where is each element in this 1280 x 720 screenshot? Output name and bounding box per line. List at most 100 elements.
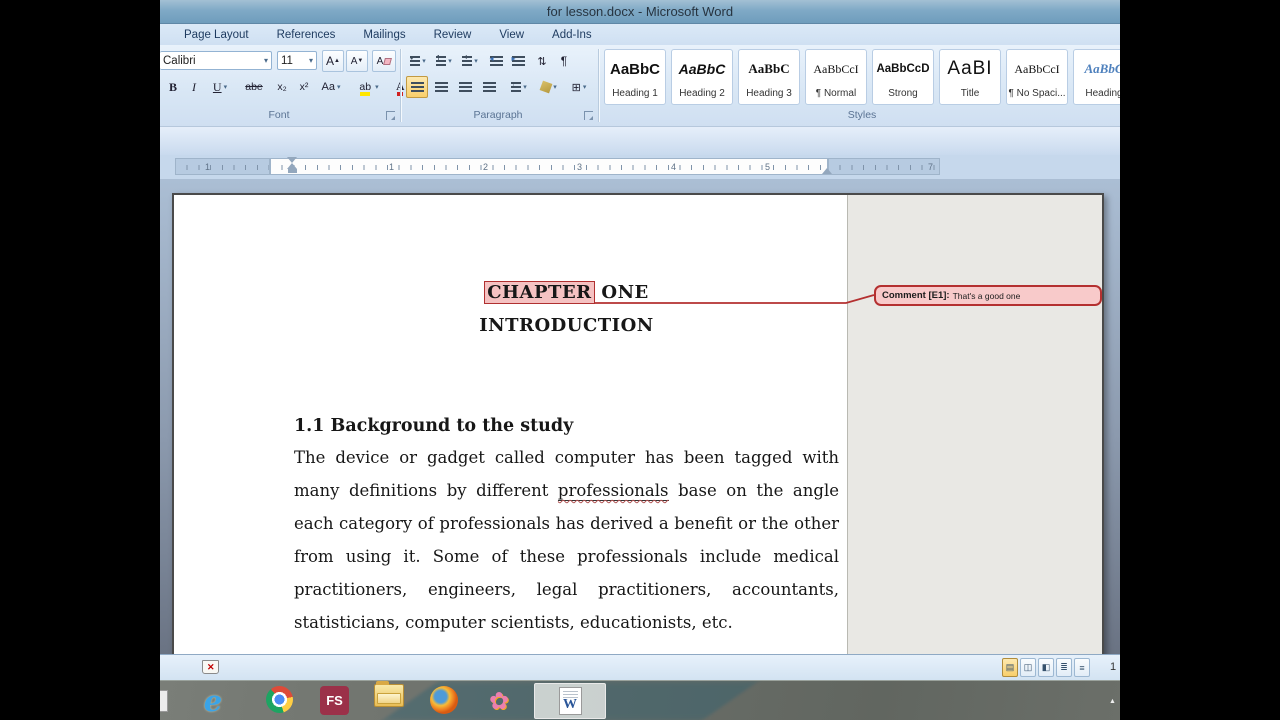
taskbar-icon-show-hidden-icons[interactable]: ▲: [1109, 698, 1116, 705]
taskbar-icon-chrome[interactable]: [266, 686, 293, 713]
tab-add-ins[interactable]: Add-Ins: [538, 27, 606, 43]
word-window: for lesson.docx - Microsoft Word Page La…: [160, 0, 1120, 720]
style-sample: AaBbC: [739, 50, 799, 88]
comment-label: Comment [E1]:: [882, 290, 950, 301]
word-document-icon: W: [559, 687, 582, 715]
italic-icon: I: [192, 80, 196, 95]
full-screen-reading-view-button[interactable]: ◫: [1020, 658, 1036, 677]
clear-formatting-button[interactable]: A: [372, 50, 396, 72]
show-hide-pilcrow-button[interactable]: ¶: [554, 50, 574, 72]
letterbox-right: [1120, 0, 1280, 720]
increase-indent-icon: ▸: [512, 56, 525, 66]
font-name-combo[interactable]: Calibri: [160, 51, 272, 70]
paragraph-group-label: Paragraph: [400, 109, 596, 123]
outline-view-button[interactable]: ≣: [1056, 658, 1072, 677]
italic-button[interactable]: I: [186, 76, 202, 98]
print-layout-view-button[interactable]: ▤: [1002, 658, 1018, 677]
style-card-no-spaci[interactable]: AaBbCcI¶ No Spaci...: [1006, 49, 1068, 105]
style-card-heading-2[interactable]: AaBbCHeading 2: [671, 49, 733, 105]
taskbar-icon-taskbar-item-cropped[interactable]: [160, 690, 168, 712]
heading-text: ONE: [595, 282, 649, 303]
taskbar-icon-firefox[interactable]: [430, 686, 458, 714]
taskbar-icon-windows-explorer[interactable]: [374, 684, 404, 707]
window-titlebar[interactable]: for lesson.docx - Microsoft Word: [160, 0, 1120, 24]
right-indent-marker[interactable]: [822, 168, 832, 174]
style-card-strong[interactable]: AaBbCcDStrong: [872, 49, 934, 105]
ruler-text-area: [270, 158, 828, 175]
superscript-button[interactable]: x²: [294, 76, 314, 98]
draft-view-button[interactable]: ≡: [1074, 658, 1090, 677]
borders-button[interactable]: ⊞: [566, 76, 592, 98]
styles-gallery: AaBbCHeading 1AaBbCHeading 2AaBbCHeading…: [604, 49, 1135, 105]
taskbar-icon-fs-app[interactable]: FS: [320, 686, 349, 715]
borders-grid-icon: ⊞: [572, 81, 581, 94]
shrink-font-button[interactable]: A▼: [346, 50, 368, 72]
ribbon: Calibri 11 A▲ A▼ A B I U abe x₂ x² Aa: [160, 45, 1120, 127]
ruler-number: 4: [671, 162, 676, 172]
style-sample: AaBbC: [672, 50, 732, 88]
first-line-indent-marker[interactable]: [287, 157, 297, 173]
underlined-word: professionals: [558, 481, 669, 501]
bullets-button[interactable]: •: [406, 50, 430, 72]
line-spacing-button[interactable]: ↕: [506, 76, 532, 98]
proofing-errors-icon[interactable]: [202, 660, 219, 674]
font-dialog-launcher[interactable]: [386, 111, 395, 120]
font-size-combo[interactable]: 11: [277, 51, 317, 70]
word-w-glyph: W: [563, 697, 577, 713]
multilevel-list-button[interactable]: ⋮: [458, 50, 482, 72]
align-left-button[interactable]: [406, 76, 428, 98]
letterbox-left: [0, 0, 160, 720]
subscript-button[interactable]: x₂: [272, 76, 292, 98]
decrease-indent-button[interactable]: ◂: [486, 50, 506, 72]
style-label: ¶ Normal: [806, 88, 866, 104]
underline-button[interactable]: U: [206, 76, 234, 98]
paragraph-dialog-launcher[interactable]: [584, 111, 593, 120]
align-center-button[interactable]: [430, 76, 452, 98]
change-case-button[interactable]: Aa: [316, 76, 346, 98]
tab-view[interactable]: View: [485, 27, 538, 43]
font-size-value: 11: [281, 55, 293, 67]
document-page[interactable]: CHAPTER ONE INTRODUCTION 1.1 Background …: [172, 193, 1104, 654]
style-card-heading-1[interactable]: AaBbCHeading 1: [604, 49, 666, 105]
paint-bucket-icon: [540, 81, 553, 94]
sort-icon: ⇅: [537, 55, 546, 68]
subscript-icon: x₂: [277, 81, 286, 93]
text-highlight-button[interactable]: ab: [352, 76, 384, 98]
shading-button[interactable]: [536, 76, 562, 98]
sort-button[interactable]: ⇅: [532, 50, 552, 72]
comment-anchor-highlight: CHAPTER: [484, 281, 594, 304]
comment-balloon[interactable]: Comment [E1]: That's a good one: [874, 285, 1102, 306]
ruler-number: 5: [765, 162, 770, 172]
style-label: Heading 2: [672, 88, 732, 104]
style-sample: AaBbCcD: [873, 50, 933, 88]
font-name-value: Calibri: [163, 55, 196, 67]
bold-button[interactable]: B: [164, 76, 182, 98]
grow-font-button[interactable]: A▲: [322, 50, 344, 72]
align-right-button[interactable]: [454, 76, 476, 98]
numbering-button[interactable]: 1: [432, 50, 456, 72]
style-label: Heading 1: [605, 88, 665, 104]
view-switcher: ▤◫◧≣≡: [1002, 658, 1090, 677]
bullet-list-icon: •: [410, 56, 420, 66]
tab-references[interactable]: References: [263, 27, 350, 43]
web-layout-view-button[interactable]: ◧: [1038, 658, 1054, 677]
increase-indent-button[interactable]: ▸: [508, 50, 528, 72]
align-left-icon: [411, 82, 424, 92]
windows-taskbar: e FS ✿ W ▲: [160, 680, 1120, 720]
shrink-font-icon: A: [351, 56, 358, 67]
style-sample: AaBbCcI: [1007, 50, 1067, 88]
style-card-title[interactable]: AaBITitle: [939, 49, 1001, 105]
taskbar-icon-internet-explorer[interactable]: e: [198, 686, 228, 716]
style-card-normal[interactable]: AaBbCcI¶ Normal: [805, 49, 867, 105]
tab-page-layout[interactable]: Page Layout: [170, 27, 263, 43]
strikethrough-button[interactable]: abe: [240, 76, 268, 98]
taskbar-icon-ms-word[interactable]: W: [534, 683, 606, 719]
tab-mailings[interactable]: Mailings: [349, 27, 419, 43]
justify-button[interactable]: [478, 76, 500, 98]
line-spacing-icon: ↕: [511, 82, 521, 92]
style-label: Title: [940, 88, 1000, 104]
ruler-number: 3: [577, 162, 582, 172]
style-card-heading-3[interactable]: AaBbCHeading 3: [738, 49, 800, 105]
taskbar-icon-media-app[interactable]: ✿: [484, 686, 514, 716]
tab-review[interactable]: Review: [420, 27, 486, 43]
